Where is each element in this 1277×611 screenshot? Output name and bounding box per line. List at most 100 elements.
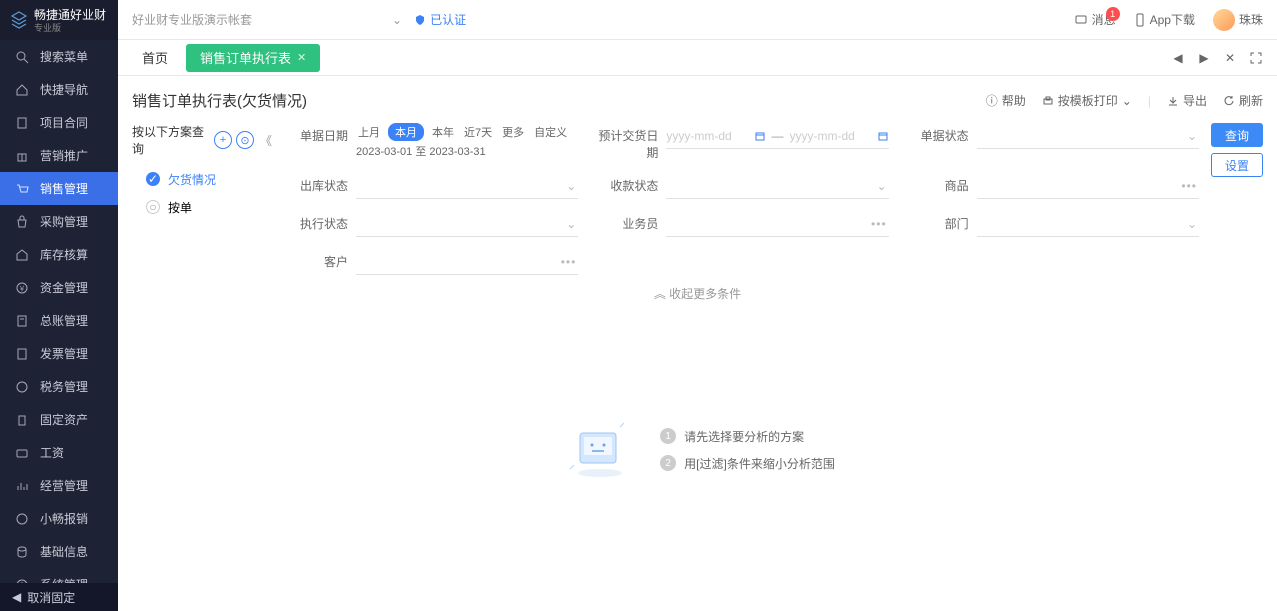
date-tab-more[interactable]: 更多 [500,123,526,141]
book-icon [14,313,30,329]
sidebar-item-invoice[interactable]: 发票管理 [0,337,118,370]
sidebar-item-assets[interactable]: 固定资产 [0,403,118,436]
doc-status-select[interactable]: ⌄ [977,123,1199,149]
verified-badge: 已认证 [414,11,466,28]
fullscreen-button[interactable] [1245,47,1267,69]
gift-icon [14,148,30,164]
tab-close-all-button[interactable]: ✕ [1219,47,1241,69]
print-button[interactable]: 按模板打印⌄ [1042,92,1132,109]
close-icon[interactable]: ✕ [297,51,306,64]
export-icon [1167,95,1179,107]
smile-icon [14,511,30,527]
chevron-down-icon: ⌄ [566,217,576,231]
field-doc-status: 单据状态 ⌄ [909,123,1199,161]
help-button[interactable]: ⓘ帮助 [986,92,1026,109]
account-selector[interactable]: 好业财专业版演示帐套 ⌄ [132,11,402,28]
sidebar-item-quicknav[interactable]: 快捷导航 [0,73,118,106]
tax-icon [14,379,30,395]
date-tab-lastmonth[interactable]: 上月 [356,123,382,141]
scheme-title: 按以下方案查询 [132,123,208,157]
app-download-button[interactable]: App下载 [1134,11,1195,28]
sidebar-item-expense[interactable]: 小畅报销 [0,502,118,535]
empty-step-1: 1 请先选择要分析的方案 [660,428,835,445]
filter-buttons: 查询 设置 [1211,123,1263,275]
page-head: 销售订单执行表(欠货情况) ⓘ帮助 按模板打印⌄ | 导出 刷新 [132,90,1263,111]
message-icon [1074,13,1088,27]
salesman-picker[interactable]: ••• [666,211,888,237]
sidebar-item-operation[interactable]: 经营管理 [0,469,118,502]
more-icon: ••• [1181,179,1197,193]
svg-text:￥: ￥ [19,285,26,293]
tab-home[interactable]: 首页 [128,44,182,72]
field-receipt-status: 收款状态 ⌄ [598,173,888,199]
content: 销售订单执行表(欠货情况) ⓘ帮助 按模板打印⌄ | 导出 刷新 按以下方案查询… [118,76,1277,611]
sidebar-item-purchase[interactable]: 采购管理 [0,205,118,238]
messages-button[interactable]: 消息 1 [1074,11,1116,28]
date-tab-thisyear[interactable]: 本年 [430,123,456,141]
export-button[interactable]: 导出 [1167,92,1207,109]
money-icon: ￥ [14,280,30,296]
exec-status-select[interactable]: ⌄ [356,211,578,237]
empty-illustration [560,415,640,485]
user-menu[interactable]: 珠珠 [1213,9,1263,31]
scheme-settings-button[interactable]: ⊙ [236,131,254,149]
customer-picker[interactable]: ••• [356,249,578,275]
sidebar-item-project[interactable]: 项目合同 [0,106,118,139]
field-salesman: 业务员 ••• [598,211,888,237]
clock-icon: ○ [146,200,160,214]
empty-steps: 1 请先选择要分析的方案 2 用[过滤]条件来缩小分析范围 [660,428,835,472]
filter-fields: 单据日期 上月 本月 本年 近7天 更多 自定义 2023-03-01 至 20… [288,123,1199,275]
query-button[interactable]: 查询 [1211,123,1263,147]
home-icon [14,82,30,98]
building-icon [14,412,30,428]
scheme-title-row: 按以下方案查询 + ⊙ 《 [132,123,272,157]
filter-panel: 按以下方案查询 + ⊙ 《 ✓ 欠货情况 ○ 按单 [132,123,1263,275]
sidebar-item-ledger[interactable]: 总账管理 [0,304,118,337]
shield-icon [414,14,426,26]
gear-icon [14,577,30,584]
help-icon: ⓘ [986,92,998,109]
avatar [1213,9,1235,31]
delivery-date-range[interactable]: yyyy-mm-dd — yyyy-mm-dd [666,123,888,149]
settings-button[interactable]: 设置 [1211,153,1263,177]
logo: 畅捷通好业财 专业版 [0,0,118,40]
date-tab-7days[interactable]: 近7天 [462,123,494,141]
warehouse-icon [14,247,30,263]
sidebar-item-sales[interactable]: 销售管理 [0,172,118,205]
more-icon: ••• [561,255,577,269]
outbound-status-select[interactable]: ⌄ [356,173,578,199]
add-scheme-button[interactable]: + [214,131,232,149]
sidebar-item-system[interactable]: 系统管理 [0,568,118,583]
scheme-item-byorder[interactable]: ○ 按单 [132,193,272,221]
receipt-icon [14,346,30,362]
field-exec-status: 执行状态 ⌄ [288,211,578,237]
sidebar-item-marketing[interactable]: 营销推广 [0,139,118,172]
collapse-filters-button[interactable]: ︽ 收起更多条件 [132,285,1263,302]
field-outbound-status: 出库状态 ⌄ [288,173,578,199]
more-icon: ••• [871,217,887,231]
sidebar-item-basic[interactable]: 基础信息 [0,535,118,568]
sidebar-item-inventory[interactable]: 库存核算 [0,238,118,271]
refresh-button[interactable]: 刷新 [1223,92,1263,109]
tab-next-button[interactable]: ▶ [1193,47,1215,69]
sidebar-item-search[interactable]: 搜索菜单 [0,40,118,73]
database-icon [14,544,30,560]
dept-select[interactable]: ⌄ [977,211,1199,237]
sidebar-item-salary[interactable]: 工资 [0,436,118,469]
sidebar-item-fund[interactable]: ￥资金管理 [0,271,118,304]
date-tab-thismonth[interactable]: 本月 [388,123,424,141]
sidebar-unpin-button[interactable]: ◀ 取消固定 [0,583,118,611]
date-tab-custom[interactable]: 自定义 [532,123,569,141]
tab-prev-button[interactable]: ◀ [1167,47,1189,69]
product-picker[interactable]: ••• [977,173,1199,199]
tab-sales-report[interactable]: 销售订单执行表 ✕ [186,44,320,72]
page-actions: ⓘ帮助 按模板打印⌄ | 导出 刷新 [986,92,1263,109]
collapse-scheme-button[interactable]: 《 [260,132,272,149]
field-customer: 客户 ••• [288,249,578,275]
logo-icon [10,11,28,29]
wallet-icon [14,445,30,461]
sidebar-item-tax[interactable]: 税务管理 [0,370,118,403]
chevron-down-icon: ⌄ [877,179,887,193]
receipt-status-select[interactable]: ⌄ [666,173,888,199]
scheme-item-shortage[interactable]: ✓ 欠货情况 [132,165,272,193]
